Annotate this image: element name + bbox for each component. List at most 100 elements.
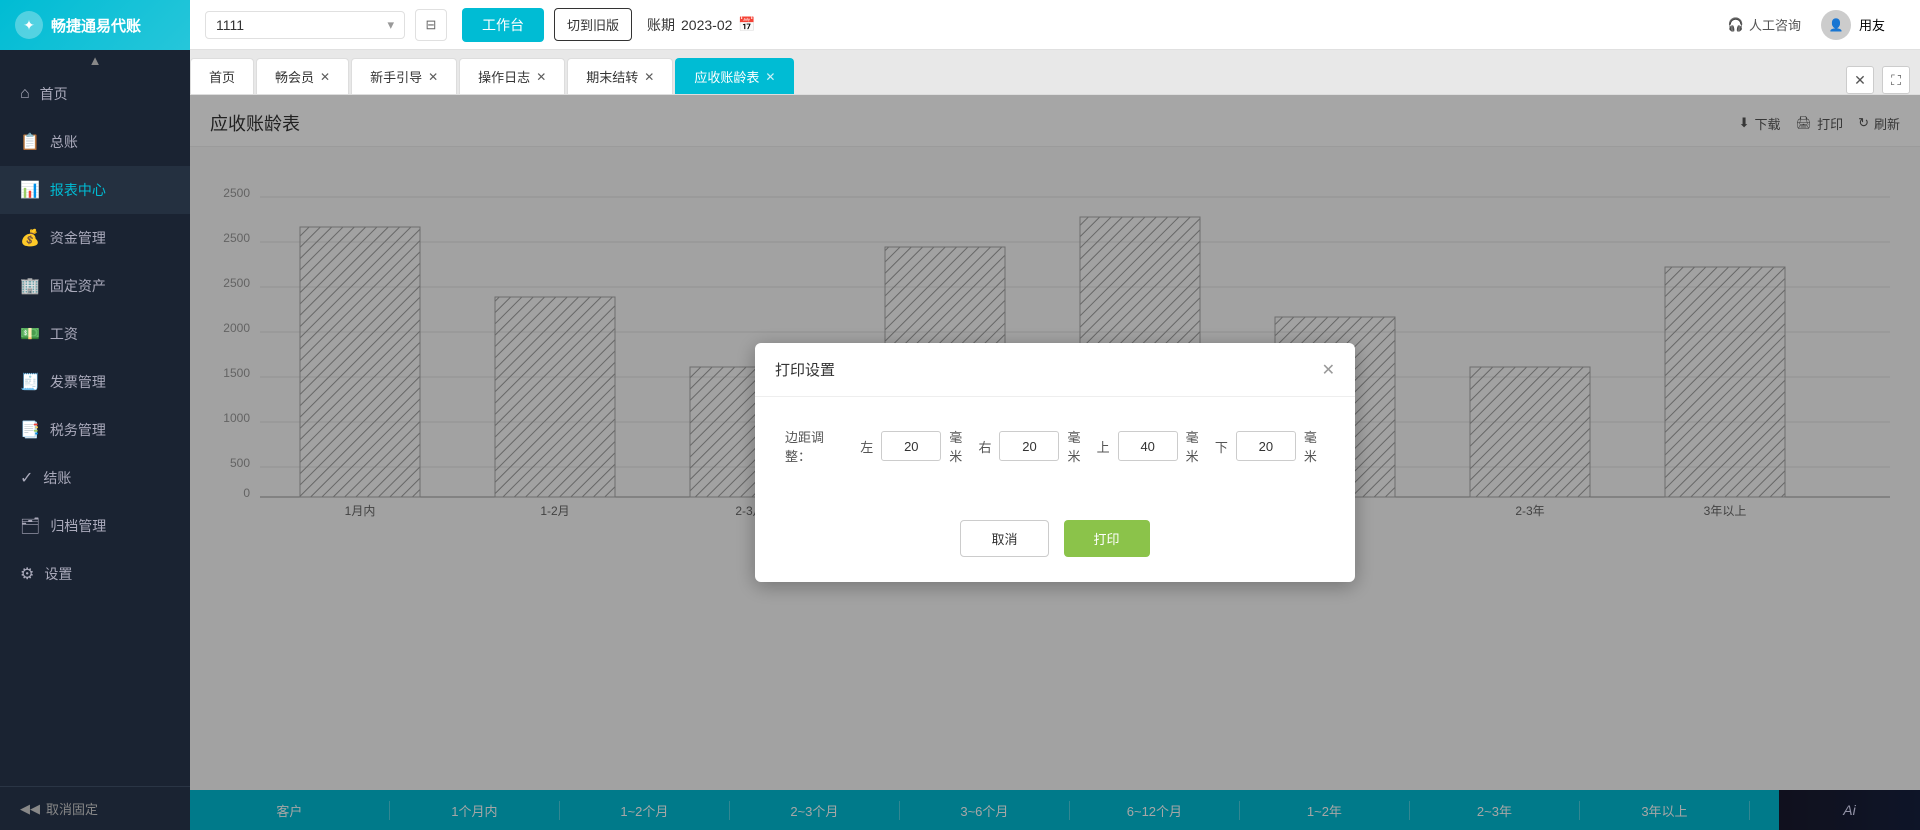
tab-close-icon[interactable]: ✕ <box>428 70 438 84</box>
tab-close-icon[interactable]: ✕ <box>320 70 330 84</box>
dialog-footer: 取消 打印 <box>755 505 1355 582</box>
sidebar-item-label: 设置 <box>44 564 72 584</box>
right-unit-label: 毫米 <box>1067 427 1088 465</box>
copy-button[interactable]: ⊟ <box>415 9 447 41</box>
help-label: 人工咨询 <box>1749 15 1801 34</box>
tab-close-icon[interactable]: ✕ <box>644 70 654 84</box>
app-name: 畅捷通易代账 <box>51 15 141 36</box>
archive-icon: 🗂 <box>20 516 40 536</box>
sidebar-item-invoice[interactable]: 🧾 发票管理 <box>0 358 190 406</box>
tab-label: 期末结转 <box>586 67 638 86</box>
tab-guide[interactable]: 新手引导 ✕ <box>351 58 457 94</box>
tab-label: 操作日志 <box>478 67 530 86</box>
sidebar-item-label: 发票管理 <box>50 372 106 392</box>
modal-overlay: 打印设置 ✕ 边距调整： 左 毫米 <box>190 95 1920 830</box>
avatar: 👤 <box>1821 10 1851 40</box>
sidebar-item-salary[interactable]: 💵 工资 <box>0 310 190 358</box>
bottom-unit-label: 毫米 <box>1304 427 1325 465</box>
tab-label: 首页 <box>209 67 235 86</box>
sidebar-item-label: 固定资产 <box>50 276 106 296</box>
tab-label: 新手引导 <box>370 67 422 86</box>
collapse-label: 取消固定 <box>46 799 98 818</box>
settings-icon: ⚙ <box>20 564 34 584</box>
sidebar-item-label: 归档管理 <box>50 516 106 536</box>
ledger-icon: 📋 <box>20 132 40 152</box>
tax-icon: 📑 <box>20 420 40 440</box>
sidebar-item-label: 工资 <box>50 324 78 344</box>
logo-icon: ✦ <box>15 11 43 39</box>
top-direction-label: 上 <box>1097 437 1110 456</box>
workbench-button[interactable]: 工作台 <box>462 8 544 42</box>
period-area: 账期 2023-02 📅 <box>647 15 756 35</box>
tab-close-all-button[interactable]: ✕ <box>1846 66 1874 94</box>
tab-bar: 首页 畅会员 ✕ 新手引导 ✕ 操作日志 ✕ 期末结转 ✕ 应收账龄表 ✕ <box>190 50 1920 95</box>
sidebar-item-ledger[interactable]: 📋 总账 <box>0 118 190 166</box>
dialog-body: 边距调整： 左 毫米 右 毫米 <box>755 397 1355 505</box>
sidebar-item-label: 资金管理 <box>50 228 106 248</box>
tab-home[interactable]: 首页 <box>190 58 254 94</box>
sidebar-item-assets[interactable]: 🏢 固定资产 <box>0 262 190 310</box>
sidebar-item-home[interactable]: ⌂ 首页 <box>0 70 190 118</box>
sidebar-item-label: 总账 <box>50 132 78 152</box>
sidebar-item-archive[interactable]: 🗂 归档管理 <box>0 502 190 550</box>
sidebar-item-label: 税务管理 <box>50 420 106 440</box>
left-unit-label: 毫米 <box>949 427 970 465</box>
sidebar-item-tax[interactable]: 📑 税务管理 <box>0 406 190 454</box>
tab-aging[interactable]: 应收账龄表 ✕ <box>675 58 794 94</box>
confirm-print-button[interactable]: 打印 <box>1064 520 1150 557</box>
collapse-icon: ◀◀ <box>20 801 40 817</box>
tab-close-icon[interactable]: ✕ <box>765 70 775 84</box>
margin-top-input[interactable] <box>1118 431 1178 461</box>
tab-actions: ✕ ⛶ <box>1836 66 1920 94</box>
left-direction-label: 左 <box>860 437 873 456</box>
bottom-direction-label: 下 <box>1215 437 1228 456</box>
content-area: 首页 畅会员 ✕ 新手引导 ✕ 操作日志 ✕ 期末结转 ✕ 应收账龄表 ✕ <box>190 50 1920 830</box>
cancel-button[interactable]: 取消 <box>960 520 1048 557</box>
logo: ✦ 畅捷通易代账 <box>0 0 190 50</box>
print-settings-dialog: 打印设置 ✕ 边距调整： 左 毫米 <box>755 343 1355 582</box>
page-content: 应收账龄表 ⬇ 下载 🖨 打印 ↻ 刷新 <box>190 95 1920 830</box>
period-value: 2023-02 <box>681 17 732 33</box>
margin-left-group: 左 毫米 <box>860 427 970 465</box>
tab-label: 畅会员 <box>275 67 314 86</box>
user-area[interactable]: 👤 用友 <box>1821 10 1885 40</box>
calendar-icon[interactable]: 📅 <box>738 16 755 33</box>
right-direction-label: 右 <box>978 437 991 456</box>
home-icon: ⌂ <box>20 85 30 103</box>
top-unit-label: 毫米 <box>1186 427 1207 465</box>
margin-bottom-group: 下 毫米 <box>1215 427 1325 465</box>
sidebar-item-checkout[interactable]: ✓ 结账 <box>0 454 190 502</box>
switch-version-button[interactable]: 切到旧版 <box>554 8 632 41</box>
margin-left-input[interactable] <box>881 431 941 461</box>
tab-oplog[interactable]: 操作日志 ✕ <box>459 58 565 94</box>
tab-close-icon[interactable]: ✕ <box>536 70 546 84</box>
collapse-button[interactable]: ◀◀ 取消固定 <box>0 787 190 830</box>
sidebar-item-label: 报表中心 <box>50 180 106 200</box>
tab-expand-button[interactable]: ⛶ <box>1882 66 1910 94</box>
margin-top-group: 上 毫米 <box>1097 427 1207 465</box>
tab-period-end[interactable]: 期末结转 ✕ <box>567 58 673 94</box>
sidebar: ▲ ⌂ 首页 📋 总账 📊 报表中心 💰 资金管理 🏢 固定资产 💵 工资 🧾 … <box>0 50 190 830</box>
dialog-title: 打印设置 <box>775 359 835 380</box>
checkout-icon: ✓ <box>20 468 33 488</box>
margin-bottom-input[interactable] <box>1236 431 1296 461</box>
invoice-icon: 🧾 <box>20 372 40 392</box>
dialog-close-button[interactable]: ✕ <box>1322 360 1335 380</box>
tab-member[interactable]: 畅会员 ✕ <box>256 58 349 94</box>
margin-right-input[interactable] <box>999 431 1059 461</box>
salary-icon: 💵 <box>20 324 40 344</box>
sidebar-scroll-up[interactable]: ▲ <box>0 50 190 70</box>
dropdown-arrow-icon: ▾ <box>387 17 394 33</box>
sidebar-item-reports[interactable]: 📊 报表中心 <box>0 166 190 214</box>
help-button[interactable]: 🎧 人工咨询 <box>1728 15 1801 34</box>
user-name: 用友 <box>1859 15 1885 34</box>
sidebar-item-funds[interactable]: 💰 资金管理 <box>0 214 190 262</box>
period-label: 账期 <box>647 15 675 35</box>
reports-icon: 📊 <box>20 180 40 200</box>
sidebar-item-settings[interactable]: ⚙ 设置 <box>0 550 190 598</box>
assets-icon: 🏢 <box>20 276 40 296</box>
sidebar-item-label: 首页 <box>40 84 68 104</box>
company-name: 1111 <box>216 17 379 33</box>
tab-label: 应收账龄表 <box>694 67 759 86</box>
company-selector[interactable]: 1111 ▾ <box>205 11 405 39</box>
